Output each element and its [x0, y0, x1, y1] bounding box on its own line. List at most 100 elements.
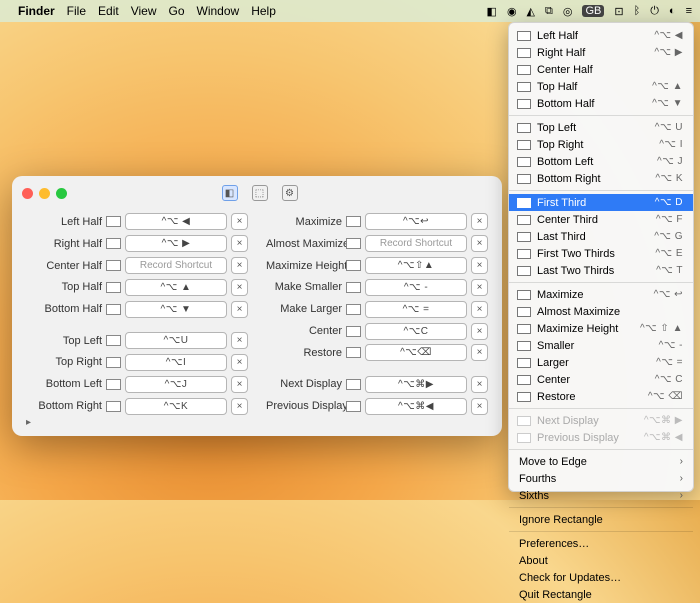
menu-item[interactable]: Restore^⌥ ⌫	[509, 388, 693, 405]
menu-shortcut: ^⌥ ▶	[654, 47, 683, 58]
shortcut-icon	[346, 379, 361, 390]
menu-item[interactable]: Bottom Right^⌥ K	[509, 170, 693, 187]
menu-item[interactable]: Maximize^⌥ ↩	[509, 286, 693, 303]
minimize-button[interactable]	[39, 188, 50, 199]
menu-item[interactable]: First Third^⌥ D	[509, 194, 693, 211]
menu-item[interactable]: Almost Maximize	[509, 303, 693, 320]
clear-shortcut-button[interactable]: ×	[471, 376, 488, 393]
menu-item[interactable]: Fourths›	[509, 470, 693, 487]
menu-shortcut: ^⌥ ⇧ ▲	[640, 323, 683, 334]
status-icon[interactable]: ◎	[563, 5, 573, 18]
menu-go[interactable]: Go	[169, 4, 185, 18]
menu-item[interactable]: Ignore Rectangle	[509, 511, 693, 528]
shortcut-field[interactable]: ^⌥C	[365, 323, 467, 340]
menu-item[interactable]: Maximize Height^⌥ ⇧ ▲	[509, 320, 693, 337]
tab-settings[interactable]: ⚙	[282, 185, 298, 201]
menu-item[interactable]: Bottom Half^⌥ ▼	[509, 95, 693, 112]
shortcut-field[interactable]: ^⌥⌘▶	[365, 376, 467, 393]
shortcut-field[interactable]: ^⌥I	[125, 354, 227, 371]
clear-shortcut-button[interactable]: ×	[471, 213, 488, 230]
sound-icon[interactable]: ⏻	[650, 5, 659, 18]
menu-item-label: Center Half	[537, 64, 683, 76]
menu-item[interactable]: Move to Edge›	[509, 453, 693, 470]
menu-item[interactable]: Center^⌥ C	[509, 371, 693, 388]
menu-item[interactable]: Sixths›	[509, 487, 693, 504]
clear-shortcut-button[interactable]: ×	[231, 235, 248, 252]
shortcut-icon	[346, 260, 361, 271]
bluetooth-icon[interactable]: ᛒ	[634, 5, 641, 17]
menu-item[interactable]: Center Third^⌥ F	[509, 211, 693, 228]
shortcut-field[interactable]: ^⌥ ▼	[125, 301, 227, 318]
status-icon[interactable]: ⊡	[614, 5, 623, 18]
clear-shortcut-button[interactable]: ×	[231, 332, 248, 349]
clear-shortcut-button[interactable]: ×	[231, 376, 248, 393]
status-icon[interactable]: ◉	[507, 5, 517, 18]
status-icon[interactable]: ⧉	[545, 5, 553, 18]
tab-snapping[interactable]: ⬚	[252, 185, 268, 201]
menu-item[interactable]: Top Left^⌥ U	[509, 119, 693, 136]
menu-file[interactable]: File	[67, 4, 86, 18]
clear-shortcut-button[interactable]: ×	[471, 344, 488, 361]
zoom-button[interactable]	[56, 188, 67, 199]
input-source-icon[interactable]: GB	[582, 5, 604, 17]
shortcut-field[interactable]: ^⌥↩	[365, 213, 467, 230]
shortcut-field[interactable]: Record Shortcut	[125, 257, 227, 274]
menu-item[interactable]: Check for Updates…	[509, 569, 693, 586]
shortcut-field[interactable]: ^⌥J	[125, 376, 227, 393]
clear-shortcut-button[interactable]: ×	[231, 301, 248, 318]
clear-shortcut-button[interactable]: ×	[471, 257, 488, 274]
menu-item[interactable]: Bottom Left^⌥ J	[509, 153, 693, 170]
menu-item[interactable]: About	[509, 552, 693, 569]
disclosure-toggle[interactable]: ▸	[26, 417, 31, 428]
tab-shortcuts[interactable]: ◧	[222, 185, 238, 201]
shortcut-field[interactable]: ^⌥ ▲	[125, 279, 227, 296]
menu-item[interactable]: Left Half^⌥ ◀	[509, 27, 693, 44]
shortcut-row: Make Larger^⌥ =×	[266, 299, 488, 319]
clear-shortcut-button[interactable]: ×	[471, 323, 488, 340]
shortcut-field[interactable]: ^⌥U	[125, 332, 227, 349]
shortcut-field[interactable]: ^⌥ -	[365, 279, 467, 296]
control-center-icon[interactable]: ≡	[686, 5, 692, 17]
shortcut-field[interactable]: ^⌥ ◀	[125, 213, 227, 230]
shortcut-icon	[106, 379, 121, 390]
clear-shortcut-button[interactable]: ×	[471, 301, 488, 318]
shortcut-field[interactable]: ^⌥⇧▲	[365, 257, 467, 274]
shortcut-field[interactable]: ^⌥K	[125, 398, 227, 415]
menu-item[interactable]: Top Right^⌥ I	[509, 136, 693, 153]
shortcut-field[interactable]: Record Shortcut	[365, 235, 467, 252]
menu-edit[interactable]: Edit	[98, 4, 119, 18]
clear-shortcut-button[interactable]: ×	[231, 354, 248, 371]
shortcut-field[interactable]: ^⌥⌘◀	[365, 398, 467, 415]
clear-shortcut-button[interactable]: ×	[471, 235, 488, 252]
menu-item[interactable]: Center Half	[509, 61, 693, 78]
menu-item[interactable]: Preferences…	[509, 535, 693, 552]
menu-item[interactable]: Last Third^⌥ G	[509, 228, 693, 245]
menu-item[interactable]: Last Two Thirds^⌥ T	[509, 262, 693, 279]
clear-shortcut-button[interactable]: ×	[231, 213, 248, 230]
status-icon[interactable]: ◧	[487, 5, 497, 18]
clear-shortcut-button[interactable]: ×	[231, 279, 248, 296]
shortcut-field[interactable]: ^⌥ =	[365, 301, 467, 318]
menu-item[interactable]: Quit Rectangle	[509, 586, 693, 603]
menu-item[interactable]: Smaller^⌥ -	[509, 337, 693, 354]
app-name[interactable]: Finder	[18, 4, 55, 18]
menu-window[interactable]: Window	[197, 4, 240, 18]
status-icon[interactable]: ◭	[527, 5, 535, 18]
close-button[interactable]	[22, 188, 33, 199]
menu-item[interactable]: Right Half^⌥ ▶	[509, 44, 693, 61]
menu-item[interactable]: First Two Thirds^⌥ E	[509, 245, 693, 262]
menu-item[interactable]: Larger^⌥ =	[509, 354, 693, 371]
shortcut-field[interactable]: ^⌥⌫	[365, 344, 467, 361]
menu-item[interactable]: Top Half^⌥ ▲	[509, 78, 693, 95]
menu-help[interactable]: Help	[251, 4, 276, 18]
menu-shortcut: ^⌥ F	[656, 214, 683, 225]
traffic-lights	[22, 188, 67, 199]
clear-shortcut-button[interactable]: ×	[231, 398, 248, 415]
shortcut-field[interactable]: ^⌥ ▶	[125, 235, 227, 252]
clear-shortcut-button[interactable]: ×	[471, 279, 488, 296]
clear-shortcut-button[interactable]: ×	[471, 398, 488, 415]
titlebar[interactable]: ◧ ⬚ ⚙	[12, 176, 502, 210]
status-icon[interactable]: ◐	[669, 5, 676, 17]
clear-shortcut-button[interactable]: ×	[231, 257, 248, 274]
menu-view[interactable]: View	[131, 4, 157, 18]
